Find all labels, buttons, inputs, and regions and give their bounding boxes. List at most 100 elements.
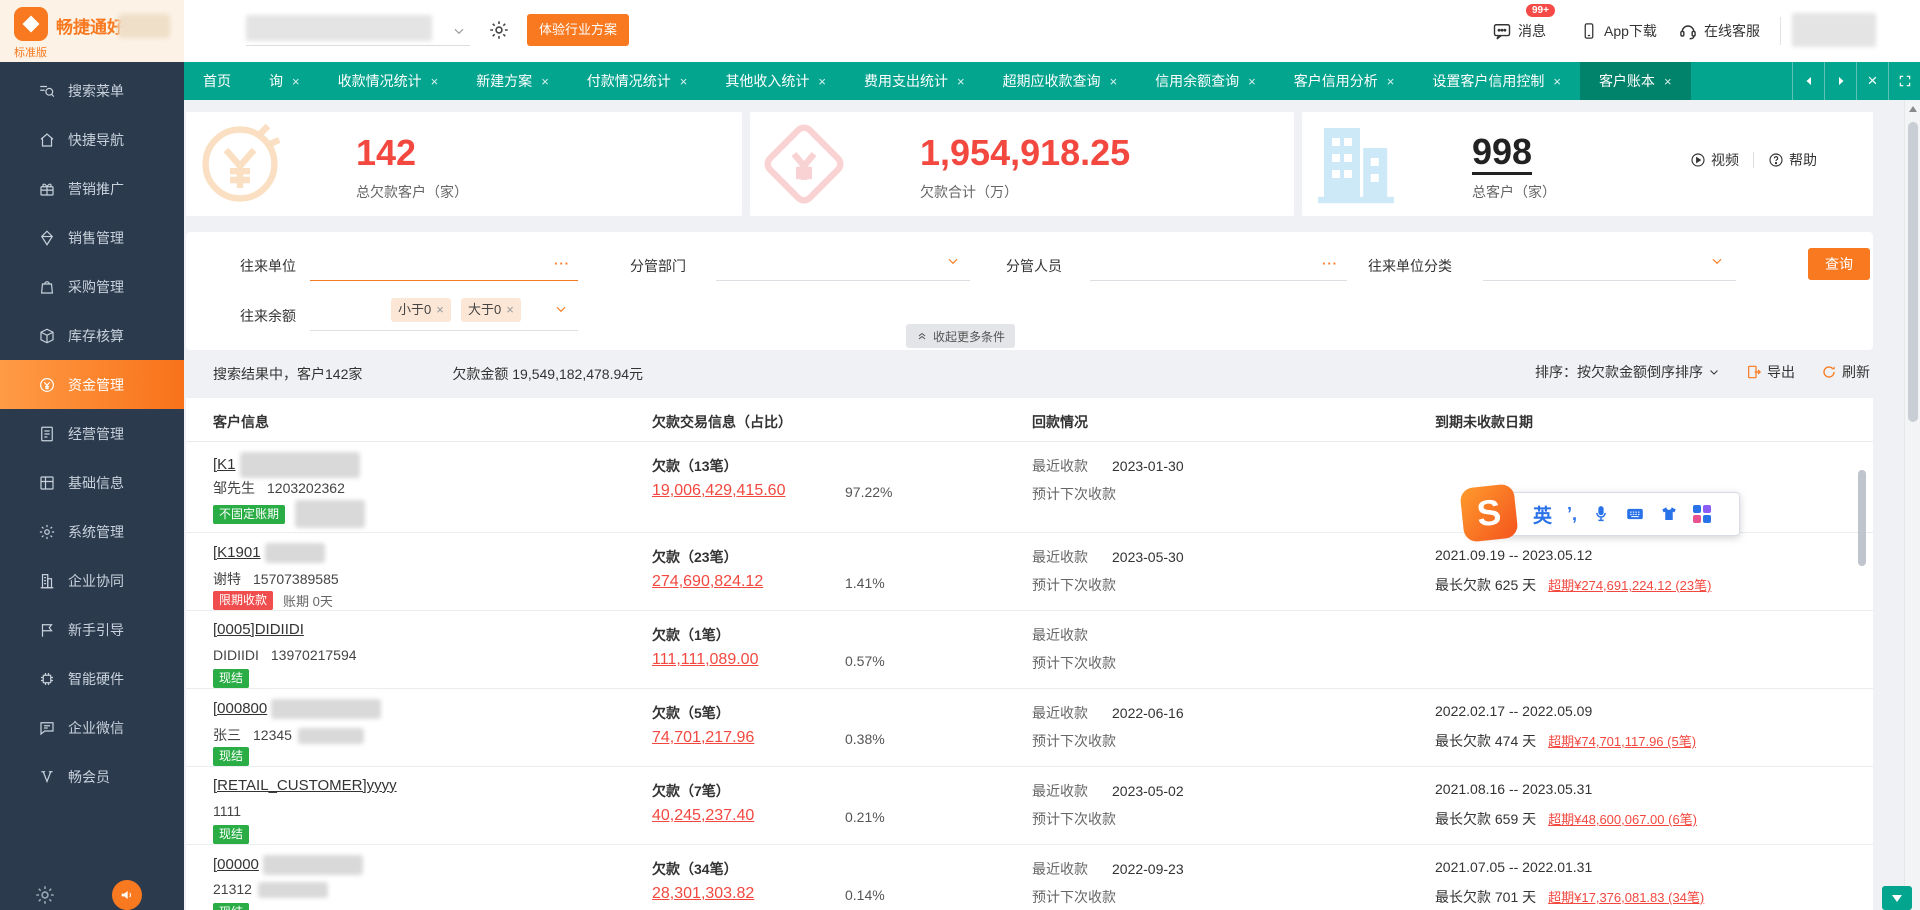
- tab-close-icon[interactable]: ×: [680, 74, 688, 89]
- filter-category-input[interactable]: [1483, 280, 1736, 281]
- export-button[interactable]: 导出: [1746, 362, 1795, 382]
- sidebar-item-经营管理[interactable]: 经营管理: [0, 409, 184, 458]
- filter-person-input[interactable]: [1090, 280, 1347, 281]
- tab-close-icon[interactable]: ×: [1110, 74, 1118, 89]
- floating-widget-button[interactable]: [1882, 886, 1912, 910]
- gear-icon[interactable]: [488, 19, 510, 41]
- overdue-amount-link[interactable]: 超期¥74,701,117.96 (5笔): [1548, 734, 1696, 749]
- tab-close-all-button[interactable]: ×: [1856, 62, 1888, 100]
- keyboard-icon[interactable]: [1625, 505, 1645, 523]
- app-download-button[interactable]: App下载: [1580, 21, 1657, 41]
- chevron-down-icon[interactable]: [946, 254, 960, 268]
- sidebar-item-销售管理[interactable]: 销售管理: [0, 213, 184, 262]
- collapse-more-conditions-button[interactable]: 收起更多条件: [906, 324, 1016, 348]
- balance-tag-greater-than-zero[interactable]: 大于0 ×: [461, 298, 521, 322]
- page-scrollbar[interactable]: [1904, 100, 1920, 910]
- sidebar-item-营销推广[interactable]: 营销推广: [0, 164, 184, 213]
- tab-close-icon[interactable]: ×: [1387, 74, 1395, 89]
- sidebar-item-企业微信[interactable]: 企业微信: [0, 703, 184, 752]
- help-link[interactable]: 帮助: [1768, 150, 1817, 170]
- close-icon[interactable]: ×: [506, 302, 514, 317]
- customer-code-link[interactable]: [RETAIL_CUSTOMER]yyyy: [213, 777, 397, 794]
- tab-客户信用分析[interactable]: 客户信用分析 ×: [1275, 62, 1414, 100]
- sidebar-item-库存核算[interactable]: 库存核算: [0, 311, 184, 360]
- debt-amount-link[interactable]: 28,301,303.82: [652, 885, 754, 903]
- online-service-button[interactable]: 在线客服: [1678, 21, 1760, 41]
- debt-amount-link[interactable]: 274,690,824.12: [652, 573, 763, 591]
- ime-language-toggle[interactable]: 英: [1533, 501, 1552, 528]
- sidebar-item-资金管理[interactable]: 资金管理: [0, 360, 184, 409]
- microphone-icon[interactable]: [1592, 505, 1610, 523]
- overdue-amount-link[interactable]: 超期¥17,376,081.83 (34笔): [1548, 890, 1704, 905]
- messages-button[interactable]: 消息: [1492, 21, 1546, 41]
- tab-超期应收款查询[interactable]: 超期应收款查询 ×: [984, 62, 1137, 100]
- table-scrollbar-thumb[interactable]: [1858, 470, 1866, 566]
- tab-付款情况统计[interactable]: 付款情况统计 ×: [568, 62, 707, 100]
- tab-close-icon[interactable]: ×: [1248, 74, 1256, 89]
- debt-amount-link[interactable]: 40,245,237.40: [652, 807, 754, 825]
- sort-dropdown[interactable]: 排序：按欠款金额倒序排序: [1535, 362, 1720, 382]
- tab-新建方案[interactable]: 新建方案 ×: [457, 62, 568, 100]
- tab-close-icon[interactable]: ×: [1553, 74, 1561, 89]
- ime-punctuation-toggle[interactable]: ’,: [1567, 504, 1577, 525]
- sidebar-item-智能硬件[interactable]: 智能硬件: [0, 654, 184, 703]
- filter-dept-input[interactable]: [716, 280, 970, 281]
- ime-logo-icon[interactable]: S: [1459, 483, 1519, 543]
- voice-assistant-button[interactable]: [112, 880, 142, 910]
- customer-code-link[interactable]: [K1: [213, 452, 360, 478]
- chevron-down-icon[interactable]: [554, 302, 568, 316]
- filter-balance-input[interactable]: [310, 330, 578, 331]
- debt-amount-link[interactable]: 19,006,429,415.60: [652, 482, 785, 500]
- customer-code-link[interactable]: [000800: [213, 699, 382, 719]
- close-icon[interactable]: ×: [436, 302, 444, 317]
- video-link[interactable]: 视频: [1690, 150, 1739, 170]
- filter-person-more-icon[interactable]: ···: [1322, 256, 1338, 271]
- sidebar-item-搜索菜单[interactable]: 搜索菜单: [0, 66, 184, 115]
- trial-industry-button[interactable]: 体验行业方案: [527, 14, 629, 46]
- sidebar-item-系统管理[interactable]: 系统管理: [0, 507, 184, 556]
- customer-code-link[interactable]: [00000: [213, 855, 363, 875]
- customer-code-link[interactable]: [K1901: [213, 543, 325, 563]
- overdue-amount-link[interactable]: 超期¥48,600,067.00 (6笔): [1548, 812, 1697, 827]
- skin-shirt-icon[interactable]: [1660, 505, 1678, 523]
- sidebar-item-采购管理[interactable]: 采购管理: [0, 262, 184, 311]
- tab-信用余额查询[interactable]: 信用余额查询 ×: [1136, 62, 1275, 100]
- tab-设置客户信用控制[interactable]: 设置客户信用控制 ×: [1413, 62, 1580, 100]
- refresh-button[interactable]: 刷新: [1821, 362, 1870, 382]
- sidebar-item-新手引导[interactable]: 新手引导: [0, 605, 184, 654]
- tab-scroll-right-button[interactable]: [1824, 62, 1856, 100]
- tab-close-icon[interactable]: ×: [957, 74, 965, 89]
- tab-首页[interactable]: 首页: [184, 62, 250, 100]
- scroll-up-arrow-icon[interactable]: [1909, 106, 1917, 112]
- sidebar-item-企业协同[interactable]: 企业协同: [0, 556, 184, 605]
- ime-menu-grid-icon[interactable]: [1693, 505, 1712, 523]
- tab-close-icon[interactable]: ×: [541, 74, 549, 89]
- search-button[interactable]: 查询: [1808, 248, 1870, 280]
- sidebar-settings-gear-icon[interactable]: [34, 884, 56, 906]
- tab-close-icon[interactable]: ×: [1664, 74, 1672, 89]
- tab-费用支出统计[interactable]: 费用支出统计 ×: [845, 62, 984, 100]
- tab-其他收入统计[interactable]: 其他收入统计 ×: [706, 62, 845, 100]
- tab-close-icon[interactable]: ×: [292, 74, 300, 89]
- debt-amount-link[interactable]: 111,111,089.00: [652, 651, 758, 669]
- tab-客户账本[interactable]: 客户账本 ×: [1579, 62, 1691, 100]
- sidebar-item-基础信息[interactable]: 基础信息: [0, 458, 184, 507]
- fullscreen-icon[interactable]: [1888, 62, 1920, 100]
- debt-amount-link[interactable]: 74,701,217.96: [652, 729, 754, 747]
- tab-scroll-left-button[interactable]: [1792, 62, 1824, 100]
- redacted-account-selector[interactable]: [246, 15, 432, 41]
- tab-询[interactable]: 询 ×: [250, 62, 319, 100]
- chevron-down-icon[interactable]: [452, 24, 466, 38]
- page-scrollbar-thumb[interactable]: [1908, 122, 1918, 422]
- tab-close-icon[interactable]: ×: [431, 74, 439, 89]
- chevron-down-icon[interactable]: [1710, 254, 1724, 268]
- redacted-user-profile[interactable]: [1792, 13, 1876, 47]
- sidebar-item-畅会员[interactable]: 畅会员: [0, 752, 184, 801]
- tab-close-icon[interactable]: ×: [818, 74, 826, 89]
- overdue-amount-link[interactable]: 超期¥274,691,224.12 (23笔): [1548, 578, 1711, 593]
- filter-unit-input[interactable]: [310, 280, 578, 281]
- filter-unit-more-icon[interactable]: ···: [554, 256, 570, 271]
- customer-code-link[interactable]: [0005]DIDIIDI: [213, 621, 304, 638]
- balance-tag-less-than-zero[interactable]: 小于0 ×: [391, 298, 451, 322]
- sidebar-item-快捷导航[interactable]: 快捷导航: [0, 115, 184, 164]
